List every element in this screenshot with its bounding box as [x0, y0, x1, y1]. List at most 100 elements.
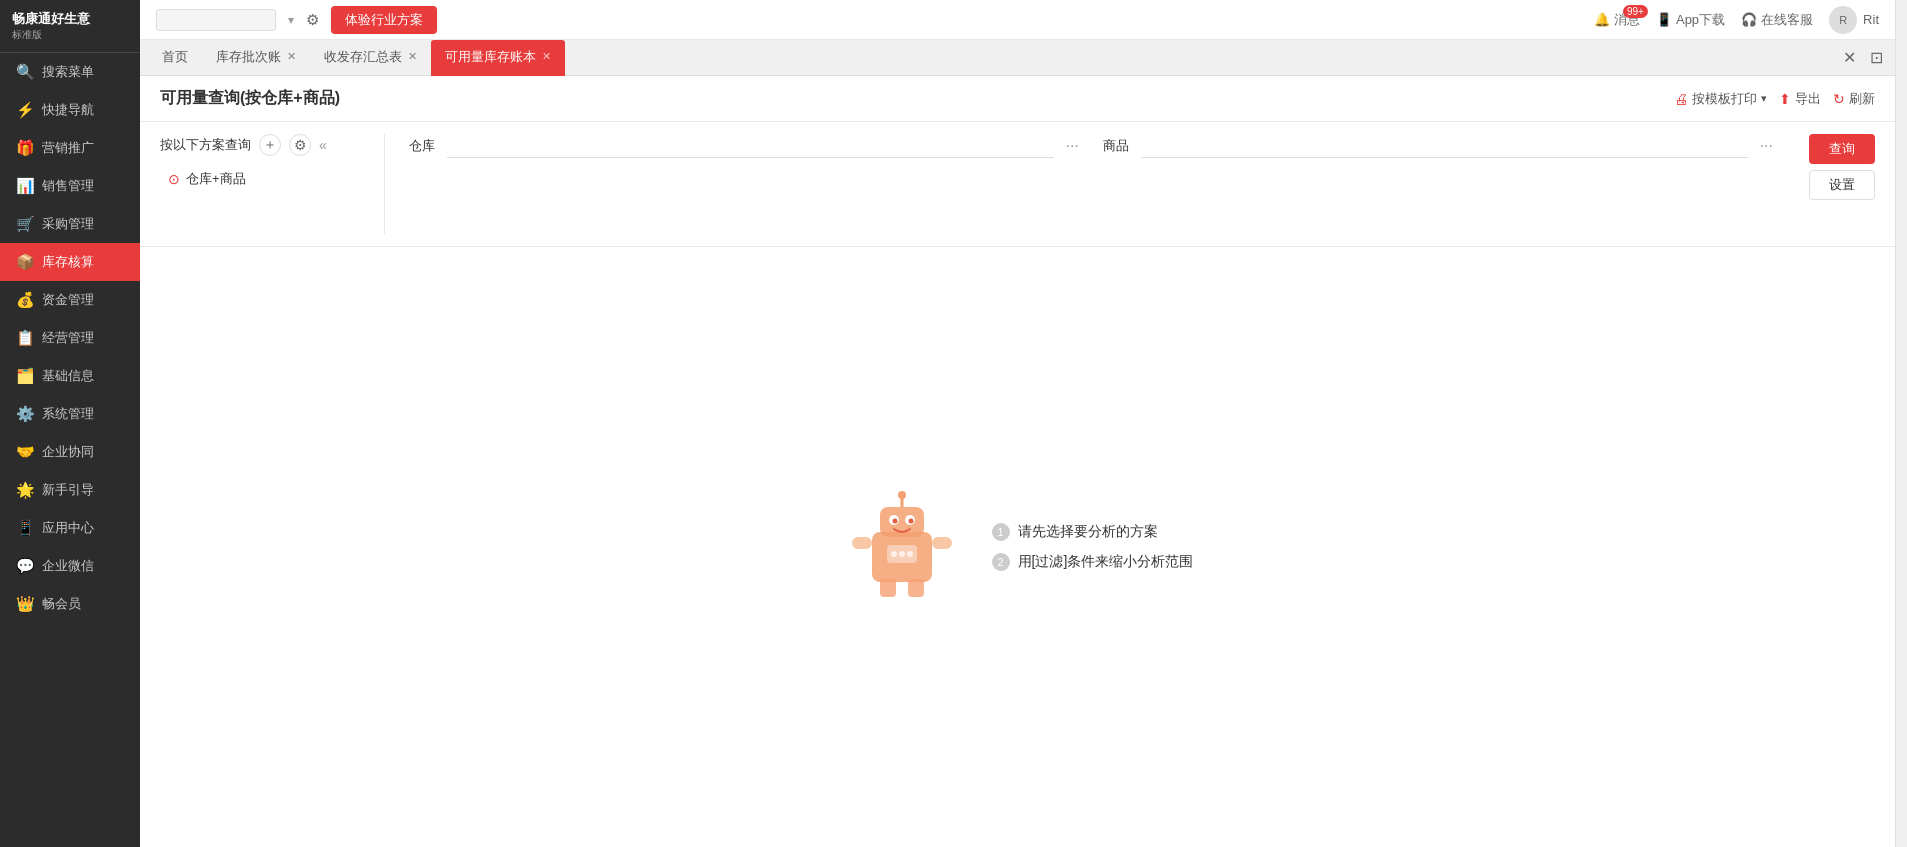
- right-scrollbar[interactable]: [1895, 0, 1907, 847]
- goods-input[interactable]: [1141, 134, 1748, 158]
- warehouse-more-button[interactable]: ···: [1062, 137, 1083, 155]
- industry-button[interactable]: 体验行业方案: [331, 6, 437, 34]
- crown-icon: 👑: [16, 595, 34, 613]
- breadcrumb-input[interactable]: [156, 9, 276, 31]
- sidebar-logo: 畅康通好生意 标准版: [0, 0, 140, 53]
- sidebar-item-inventory[interactable]: 📦 库存核算: [0, 243, 140, 281]
- print-dropdown-icon[interactable]: ▾: [1761, 92, 1767, 105]
- empty-tip-2: 2 用[过滤]条件来缩小分析范围: [992, 553, 1194, 571]
- warehouse-label: 仓库: [409, 137, 439, 155]
- collapse-button[interactable]: «: [319, 137, 327, 153]
- tab-batch-close[interactable]: ✕: [287, 50, 296, 63]
- tip-text-2: 用[过滤]条件来缩小分析范围: [1018, 553, 1194, 571]
- cart-icon: 🛒: [16, 215, 34, 233]
- sidebar-item-basic[interactable]: 🗂️ 基础信息: [0, 357, 140, 395]
- filter-area: 按以下方案查询 ＋ ⚙ « ⊙ 仓库+商品 仓库 ··· 商品: [140, 122, 1895, 247]
- sidebar-item-sales[interactable]: 📊 销售管理: [0, 167, 140, 205]
- refresh-button[interactable]: ↻ 刷新: [1833, 90, 1875, 108]
- chat-icon: 💬: [16, 557, 34, 575]
- sidebar-item-search[interactable]: 🔍 搜索菜单: [0, 53, 140, 91]
- scheme-item-warehouse-goods[interactable]: ⊙ 仓库+商品: [160, 164, 360, 194]
- page-title: 可用量查询(按仓库+商品): [160, 88, 340, 109]
- svg-rect-10: [880, 579, 896, 597]
- tabs-bar-right: ✕ ⊡: [1839, 44, 1887, 71]
- refresh-icon: ↻: [1833, 91, 1845, 107]
- tab-available[interactable]: 可用量库存账本 ✕: [431, 40, 565, 76]
- print-label: 按模板打印: [1692, 90, 1757, 108]
- sidebar-item-label: 系统管理: [42, 405, 94, 423]
- tab-summary[interactable]: 收发存汇总表 ✕: [310, 40, 431, 76]
- sidebar-item-label: 应用中心: [42, 519, 94, 537]
- sidebar-item-purchase[interactable]: 🛒 采购管理: [0, 205, 140, 243]
- tab-batch-label: 库存批次账: [216, 48, 281, 66]
- tab-summary-close[interactable]: ✕: [408, 50, 417, 63]
- action-buttons: 查询 设置: [1809, 134, 1875, 200]
- bell-icon: 🔔: [1594, 12, 1610, 27]
- warehouse-input[interactable]: [447, 134, 1054, 158]
- user-name: Rit: [1863, 12, 1879, 27]
- settings-icon[interactable]: ⚙: [306, 11, 319, 29]
- gear-icon: ⚙️: [16, 405, 34, 423]
- sidebar-item-newbie[interactable]: 🌟 新手引导: [0, 471, 140, 509]
- filter-scheme-header: 按以下方案查询 ＋ ⚙ «: [160, 134, 360, 156]
- logo-sub: 标准版: [12, 28, 128, 42]
- sidebar-item-label: 企业微信: [42, 557, 94, 575]
- scheme-settings-button[interactable]: ⚙: [289, 134, 311, 156]
- add-scheme-button[interactable]: ＋: [259, 134, 281, 156]
- svg-point-5: [908, 519, 913, 524]
- user-area[interactable]: R Rit: [1829, 6, 1879, 34]
- tab-batch[interactable]: 库存批次账 ✕: [202, 40, 310, 76]
- close-all-button[interactable]: ✕: [1839, 44, 1860, 71]
- sidebar-item-operation[interactable]: 📋 经营管理: [0, 319, 140, 357]
- export-button[interactable]: ⬆ 导出: [1779, 90, 1821, 108]
- sidebar-item-vip[interactable]: 👑 畅会员: [0, 585, 140, 623]
- set-button[interactable]: 设置: [1809, 170, 1875, 200]
- folder-icon: 🗂️: [16, 367, 34, 385]
- tab-home[interactable]: 首页: [148, 40, 202, 76]
- dropdown-icon[interactable]: ▾: [288, 13, 294, 27]
- sidebar-item-label: 库存核算: [42, 253, 94, 271]
- sidebar-item-label: 基础信息: [42, 367, 94, 385]
- sidebar-item-system[interactable]: ⚙️ 系统管理: [0, 395, 140, 433]
- goods-label: 商品: [1103, 137, 1133, 155]
- query-button[interactable]: 查询: [1809, 134, 1875, 164]
- empty-inner: 1 请先选择要分析的方案 2 用[过滤]条件来缩小分析范围: [842, 487, 1194, 607]
- fullscreen-button[interactable]: ⊡: [1866, 44, 1887, 71]
- goods-more-button[interactable]: ···: [1756, 137, 1777, 155]
- filter-row-1: 仓库 ··· 商品 ···: [409, 134, 1777, 158]
- sidebar-item-appstore[interactable]: 📱 应用中心: [0, 509, 140, 547]
- headset-icon: 🎧: [1741, 12, 1757, 27]
- phone-icon: 📱: [1656, 12, 1672, 27]
- main-content: ▾ ⚙ 体验行业方案 🔔 消息 99+ 📱 App下载 🎧 在线客服 R Rit: [140, 0, 1895, 847]
- scheme-item-label: 仓库+商品: [186, 170, 246, 188]
- sidebar-item-wechat[interactable]: 💬 企业微信: [0, 547, 140, 585]
- sidebar-item-label: 企业协同: [42, 443, 94, 461]
- svg-rect-8: [852, 537, 872, 549]
- svg-rect-11: [908, 579, 924, 597]
- print-button[interactable]: 🖨 按模板打印 ▾: [1674, 90, 1767, 108]
- app-download-button[interactable]: 📱 App下载: [1656, 11, 1725, 29]
- message-badge: 99+: [1623, 5, 1648, 18]
- filter-left: 按以下方案查询 ＋ ⚙ « ⊙ 仓库+商品: [160, 134, 360, 194]
- handshake-icon: 🤝: [16, 443, 34, 461]
- sidebar-item-shortcut[interactable]: ⚡ 快捷导航: [0, 91, 140, 129]
- sidebar-item-label: 经营管理: [42, 329, 94, 347]
- export-label: 导出: [1795, 90, 1821, 108]
- message-button[interactable]: 🔔 消息 99+: [1594, 11, 1640, 29]
- refresh-label: 刷新: [1849, 90, 1875, 108]
- tab-available-label: 可用量库存账本: [445, 48, 536, 66]
- sidebar-item-finance[interactable]: 💰 资金管理: [0, 281, 140, 319]
- empty-robot-illustration: [842, 487, 962, 607]
- top-header: ▾ ⚙ 体验行业方案 🔔 消息 99+ 📱 App下载 🎧 在线客服 R Rit: [140, 0, 1895, 40]
- online-service-button[interactable]: 🎧 在线客服: [1741, 11, 1813, 29]
- export-icon: ⬆: [1779, 91, 1791, 107]
- scheme-label: 按以下方案查询: [160, 136, 251, 154]
- tab-available-close[interactable]: ✕: [542, 50, 551, 63]
- sidebar-item-enterprise[interactable]: 🤝 企业协同: [0, 433, 140, 471]
- sidebar-item-marketing[interactable]: 🎁 营销推广: [0, 129, 140, 167]
- app-label: App下载: [1676, 11, 1725, 29]
- tab-home-label: 首页: [162, 48, 188, 66]
- header-right: 🔔 消息 99+ 📱 App下载 🎧 在线客服 R Rit: [1594, 6, 1879, 34]
- chart-icon: 📊: [16, 177, 34, 195]
- sidebar-nav: 🔍 搜索菜单 ⚡ 快捷导航 🎁 营销推广 📊 销售管理 🛒 采购管理 📦 库存核…: [0, 53, 140, 847]
